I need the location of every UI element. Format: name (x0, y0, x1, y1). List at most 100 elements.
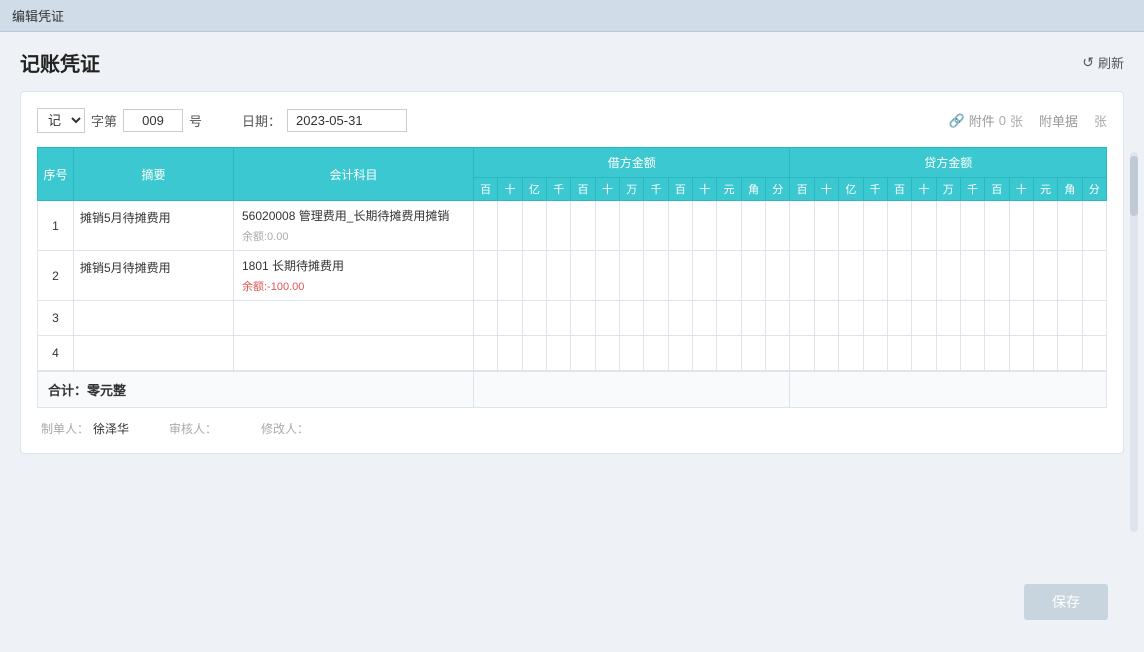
td-debit-0-4[interactable] (571, 201, 595, 251)
td-credit-2-1[interactable] (814, 301, 838, 336)
td-credit-0-7[interactable] (960, 201, 984, 251)
td-debit-0-0[interactable] (474, 201, 498, 251)
td-credit-1-9[interactable] (1009, 251, 1033, 301)
td-debit-1-5[interactable] (595, 251, 619, 301)
td-credit-0-8[interactable] (985, 201, 1009, 251)
td-debit-3-8[interactable] (668, 336, 692, 372)
td-credit-3-2[interactable] (839, 336, 863, 372)
td-credit-1-0[interactable] (790, 251, 814, 301)
td-debit-0-8[interactable] (668, 201, 692, 251)
td-debit-2-0[interactable] (474, 301, 498, 336)
td-summary-3[interactable] (74, 336, 234, 372)
td-debit-3-5[interactable] (595, 336, 619, 372)
td-debit-1-7[interactable] (644, 251, 668, 301)
td-debit-1-12[interactable] (766, 251, 790, 301)
td-credit-2-12[interactable] (1082, 301, 1106, 336)
td-debit-2-11[interactable] (741, 301, 765, 336)
td-debit-2-10[interactable] (717, 301, 741, 336)
td-debit-1-8[interactable] (668, 251, 692, 301)
td-credit-1-3[interactable] (863, 251, 887, 301)
td-credit-3-12[interactable] (1082, 336, 1106, 372)
td-credit-3-3[interactable] (863, 336, 887, 372)
td-debit-0-11[interactable] (741, 201, 765, 251)
td-credit-0-4[interactable] (887, 201, 911, 251)
td-account-3[interactable] (234, 336, 474, 372)
td-debit-3-7[interactable] (644, 336, 668, 372)
td-credit-3-11[interactable] (1058, 336, 1082, 372)
td-credit-2-4[interactable] (887, 301, 911, 336)
td-debit-0-10[interactable] (717, 201, 741, 251)
td-seq-2[interactable]: 3 (38, 301, 74, 336)
td-debit-3-2[interactable] (522, 336, 546, 372)
td-debit-1-2[interactable] (522, 251, 546, 301)
td-credit-1-6[interactable] (936, 251, 960, 301)
scrollbar-thumb[interactable] (1130, 156, 1138, 216)
td-debit-1-1[interactable] (498, 251, 522, 301)
td-debit-1-4[interactable] (571, 251, 595, 301)
td-credit-0-0[interactable] (790, 201, 814, 251)
td-debit-0-3[interactable] (547, 201, 571, 251)
td-credit-0-10[interactable] (1033, 201, 1057, 251)
td-credit-0-11[interactable] (1058, 201, 1082, 251)
td-credit-2-0[interactable] (790, 301, 814, 336)
td-credit-0-3[interactable] (863, 201, 887, 251)
td-credit-2-11[interactable] (1058, 301, 1082, 336)
td-credit-1-12[interactable] (1082, 251, 1106, 301)
td-credit-2-2[interactable] (839, 301, 863, 336)
td-debit-2-3[interactable] (547, 301, 571, 336)
td-debit-2-12[interactable] (766, 301, 790, 336)
td-debit-3-3[interactable] (547, 336, 571, 372)
attach-link[interactable]: 🔗 附件 0 张 (949, 111, 1023, 130)
td-seq-1[interactable]: 2 (38, 251, 74, 301)
td-debit-2-9[interactable] (693, 301, 717, 336)
td-debit-2-4[interactable] (571, 301, 595, 336)
td-credit-3-0[interactable] (790, 336, 814, 372)
td-summary-0[interactable]: 摊销5月待摊费用 (74, 201, 234, 251)
voucher-type-select[interactable]: 记 (37, 108, 85, 133)
td-debit-3-12[interactable] (766, 336, 790, 372)
td-account-1[interactable]: 1801 长期待摊费用余额:-100.00 (234, 251, 474, 301)
refresh-button[interactable]: ↺ 刷新 (1082, 53, 1124, 72)
td-debit-1-6[interactable] (620, 251, 644, 301)
td-credit-0-5[interactable] (912, 201, 936, 251)
td-credit-2-9[interactable] (1009, 301, 1033, 336)
voucher-number-input[interactable] (123, 109, 183, 132)
td-credit-3-8[interactable] (985, 336, 1009, 372)
td-debit-2-1[interactable] (498, 301, 522, 336)
td-credit-0-1[interactable] (814, 201, 838, 251)
td-debit-3-4[interactable] (571, 336, 595, 372)
td-credit-2-10[interactable] (1033, 301, 1057, 336)
td-credit-1-10[interactable] (1033, 251, 1057, 301)
td-credit-3-5[interactable] (912, 336, 936, 372)
td-credit-3-7[interactable] (960, 336, 984, 372)
td-debit-3-10[interactable] (717, 336, 741, 372)
td-credit-0-12[interactable] (1082, 201, 1106, 251)
td-summary-2[interactable] (74, 301, 234, 336)
scrollbar[interactable] (1130, 152, 1138, 532)
td-debit-2-7[interactable] (644, 301, 668, 336)
td-debit-3-11[interactable] (741, 336, 765, 372)
td-debit-0-12[interactable] (766, 201, 790, 251)
td-credit-2-5[interactable] (912, 301, 936, 336)
td-account-0[interactable]: 56020008 管理费用_长期待摊费用摊销余额:0.00 (234, 201, 474, 251)
td-credit-3-6[interactable] (936, 336, 960, 372)
attach-single-link[interactable]: 附单据 (1039, 111, 1078, 130)
td-summary-1[interactable]: 摊销5月待摊费用 (74, 251, 234, 301)
td-credit-3-9[interactable] (1009, 336, 1033, 372)
date-input[interactable] (287, 109, 407, 132)
td-debit-1-3[interactable] (547, 251, 571, 301)
td-debit-1-10[interactable] (717, 251, 741, 301)
td-debit-1-11[interactable] (741, 251, 765, 301)
td-debit-3-9[interactable] (693, 336, 717, 372)
td-debit-0-1[interactable] (498, 201, 522, 251)
td-debit-3-0[interactable] (474, 336, 498, 372)
td-seq-0[interactable]: 1 (38, 201, 74, 251)
td-credit-0-9[interactable] (1009, 201, 1033, 251)
td-credit-2-6[interactable] (936, 301, 960, 336)
td-debit-1-9[interactable] (693, 251, 717, 301)
td-debit-0-5[interactable] (595, 201, 619, 251)
td-credit-3-1[interactable] (814, 336, 838, 372)
td-credit-1-11[interactable] (1058, 251, 1082, 301)
td-debit-0-7[interactable] (644, 201, 668, 251)
td-credit-2-7[interactable] (960, 301, 984, 336)
